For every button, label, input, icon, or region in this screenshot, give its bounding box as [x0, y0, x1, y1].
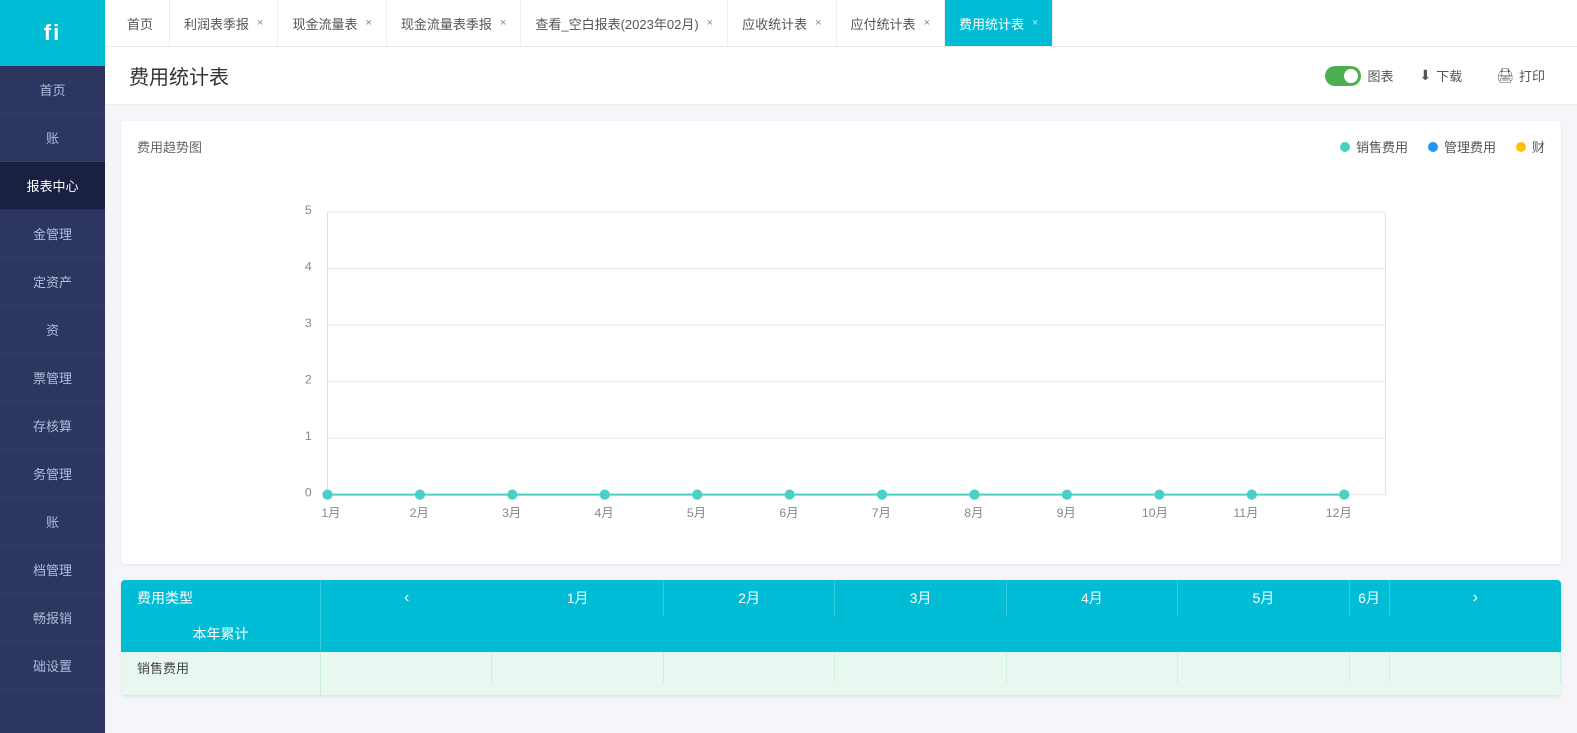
table-header-row: 费用类型 ‹ 1月 2月 3月 4月 5月 6月: [121, 580, 1561, 652]
tab-payable[interactable]: 应付统计表 ×: [837, 0, 945, 46]
tab-cashflow[interactable]: 现金流量表 ×: [278, 0, 386, 46]
svg-text:7月: 7月: [872, 506, 891, 520]
sidebar-item-sales-return[interactable]: 畅报销: [0, 594, 105, 642]
td-m6: [1350, 652, 1390, 683]
sidebar-item-inventory[interactable]: 存核算: [0, 402, 105, 450]
td-placeholder-next: [1390, 652, 1561, 683]
download-icon: ⬇: [1419, 67, 1431, 84]
legend-dot-sales: [1340, 142, 1350, 152]
svg-text:8月: 8月: [964, 506, 983, 520]
svg-text:4月: 4月: [595, 506, 614, 520]
svg-text:5月: 5月: [687, 506, 706, 520]
svg-text:9月: 9月: [1057, 506, 1076, 520]
tab-home[interactable]: 首页: [111, 0, 170, 46]
download-button[interactable]: ⬇ 下载: [1411, 62, 1470, 89]
sidebar-item-service-mgmt[interactable]: 务管理: [0, 450, 105, 498]
svg-text:4: 4: [305, 260, 312, 274]
svg-text:2月: 2月: [410, 506, 429, 520]
close-tab-cashflow[interactable]: ×: [365, 17, 371, 29]
legend-dot-finance: [1516, 142, 1526, 152]
tab-profit-quarterly[interactable]: 利润表季报 ×: [170, 0, 278, 46]
tab-blank-report[interactable]: 查看_空白报表(2023年02月) ×: [521, 0, 728, 46]
tab-expense[interactable]: 费用统计表 ×: [945, 0, 1053, 46]
td-type: 销售费用: [121, 652, 321, 683]
sidebar-item-basic-settings[interactable]: 础设置: [0, 642, 105, 690]
chart-legend: 销售费用 管理费用 财: [1340, 137, 1545, 156]
td-m2: [664, 652, 835, 683]
sidebar-item-home[interactable]: 首页: [0, 66, 105, 114]
th-nav-prev[interactable]: ‹: [321, 580, 492, 616]
close-tab-cashflow-quarterly[interactable]: ×: [500, 17, 506, 29]
legend-finance: 财: [1516, 137, 1545, 156]
chart-section: 费用趋势图 销售费用 管理费用 财: [121, 121, 1561, 564]
sidebar-item-sub-account[interactable]: 账: [0, 498, 105, 546]
chart-container: 0 1 2 3 4 5: [137, 168, 1545, 548]
td-m4: [1007, 652, 1178, 683]
sidebar-item-report-center[interactable]: 报表中心: [0, 162, 105, 210]
tab-cashflow-quarterly[interactable]: 现金流量表季报 ×: [387, 0, 521, 46]
th-m5: 5月: [1178, 580, 1349, 616]
sidebar-item-fund-mgmt[interactable]: 金管理: [0, 210, 105, 258]
chart-toggle-label[interactable]: 图表: [1325, 66, 1393, 86]
chart-svg: 0 1 2 3 4 5: [137, 168, 1545, 548]
legend-dot-admin: [1428, 142, 1438, 152]
chart-title: 费用趋势图: [137, 137, 202, 156]
sidebar: fi 首页 账 报表中心 金管理 定资产 资 票管理 存核算 务管理 账 档管理…: [0, 0, 105, 733]
th-m3: 3月: [835, 580, 1006, 616]
sidebar-item-investment[interactable]: 资: [0, 306, 105, 354]
main-area: 首页 利润表季报 × 现金流量表 × 现金流量表季报 × 查看_空白报表(202…: [105, 0, 1577, 733]
td-m5: [1178, 652, 1349, 683]
svg-text:1月: 1月: [321, 506, 340, 520]
svg-text:3月: 3月: [502, 506, 521, 520]
svg-text:12月: 12月: [1326, 506, 1352, 520]
sidebar-item-archive-mgmt[interactable]: 档管理: [0, 546, 105, 594]
tab-receivable[interactable]: 应收统计表 ×: [728, 0, 836, 46]
legend-admin: 管理费用: [1428, 137, 1496, 156]
close-tab-profit-quarterly[interactable]: ×: [257, 17, 263, 29]
svg-text:2: 2: [305, 373, 312, 387]
td-m1: [492, 652, 663, 683]
sidebar-logo: fi: [0, 0, 105, 66]
svg-text:5: 5: [305, 203, 312, 217]
svg-text:10月: 10月: [1142, 506, 1168, 520]
th-ytd: 本年累计: [121, 616, 321, 652]
th-m1: 1月: [492, 580, 663, 616]
page-title: 费用统计表: [129, 61, 229, 90]
svg-text:6月: 6月: [779, 506, 798, 520]
close-tab-expense[interactable]: ×: [1032, 17, 1038, 29]
close-tab-receivable[interactable]: ×: [815, 17, 821, 29]
td-m3: [835, 652, 1006, 683]
th-nav-next[interactable]: ›: [1390, 580, 1561, 616]
sidebar-item-ticket-mgmt[interactable]: 票管理: [0, 354, 105, 402]
print-icon: 🖨: [1496, 67, 1514, 84]
td-placeholder-prev: [321, 652, 492, 683]
table-row: 销售费用: [121, 652, 1561, 696]
sidebar-item-fixed-assets[interactable]: 定资产: [0, 258, 105, 306]
content-area: 费用统计表 图表 ⬇ 下载 🖨 打印 费用趋势图: [105, 47, 1577, 733]
tab-bar: 首页 利润表季报 × 现金流量表 × 现金流量表季报 × 查看_空白报表(202…: [105, 0, 1577, 47]
td-ytd: [121, 683, 321, 695]
chart-header: 费用趋势图 销售费用 管理费用 财: [137, 137, 1545, 156]
th-m2: 2月: [664, 580, 835, 616]
chart-toggle-switch[interactable]: [1325, 66, 1361, 86]
table-section: 费用类型 ‹ 1月 2月 3月 4月 5月 6月: [121, 580, 1561, 696]
th-m6: 6月: [1350, 580, 1390, 616]
th-m4: 4月: [1007, 580, 1178, 616]
svg-text:11月: 11月: [1233, 506, 1258, 520]
th-type: 费用类型: [121, 580, 321, 616]
svg-text:1: 1: [305, 429, 312, 443]
svg-text:0: 0: [305, 486, 312, 500]
sidebar-item-account[interactable]: 账: [0, 114, 105, 162]
close-tab-blank-report[interactable]: ×: [707, 17, 713, 29]
header-actions: 图表 ⬇ 下载 🖨 打印: [1325, 62, 1553, 89]
close-tab-payable[interactable]: ×: [924, 17, 930, 29]
svg-text:3: 3: [305, 316, 312, 330]
legend-sales: 销售费用: [1340, 137, 1408, 156]
print-button[interactable]: 🖨 打印: [1488, 62, 1553, 89]
page-header: 费用统计表 图表 ⬇ 下载 🖨 打印: [105, 47, 1577, 105]
